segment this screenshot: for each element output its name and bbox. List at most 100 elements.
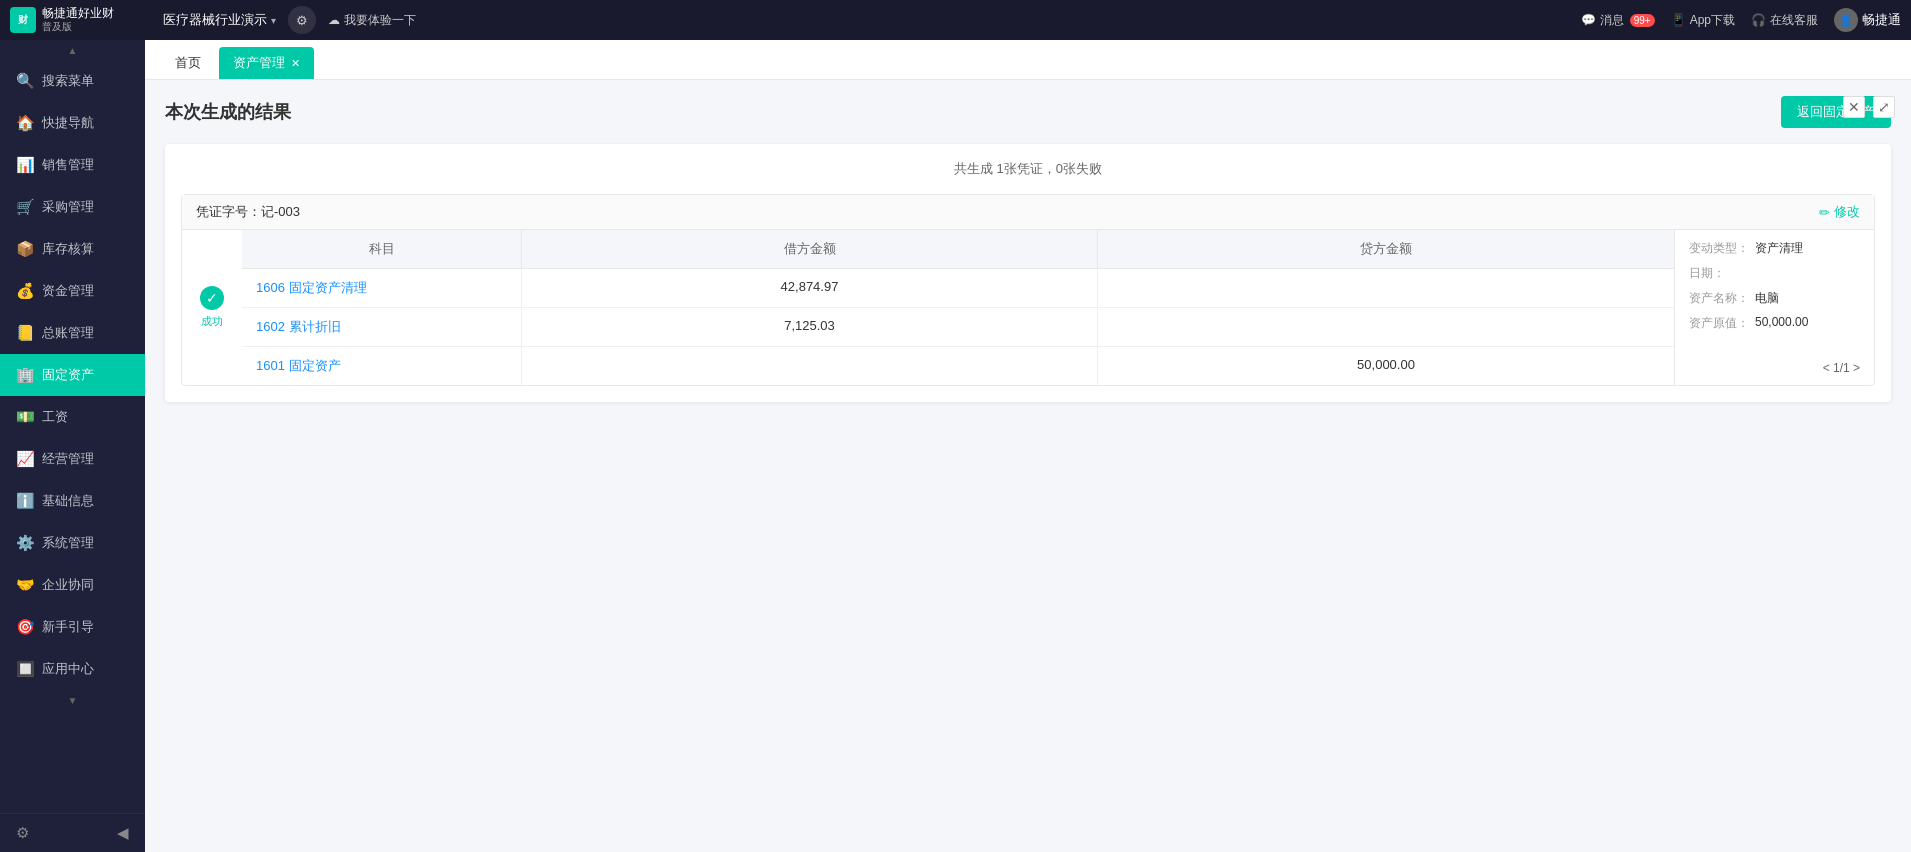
page-content: ✕ ⤢ 本次生成的结果 返回固定资产 共生成 1张凭证，0张失败 凭证字号：记-…: [145, 80, 1911, 852]
pagination[interactable]: < 1/1 >: [1689, 361, 1860, 375]
tab-asset-mgmt[interactable]: 资产管理 ✕: [219, 47, 314, 79]
sidebar-item-search[interactable]: 🔍 搜索菜单: [0, 60, 145, 102]
right-info-panel: 变动类型： 资产清理 日期： 资产名称： 电脑: [1674, 230, 1874, 385]
sidebar-item-fixed-assets[interactable]: 🏢 固定资产: [0, 354, 145, 396]
col-subject: 科目: [242, 230, 522, 268]
close-panel-button[interactable]: ✕: [1843, 96, 1865, 118]
ops-icon: 📈: [16, 450, 34, 468]
cell-credit-2: [1098, 308, 1674, 346]
cell-credit-1: [1098, 269, 1674, 307]
sidebar-item-guide[interactable]: 🎯 新手引导: [0, 606, 145, 648]
sidebar-item-operations[interactable]: 📈 经营管理: [0, 438, 145, 480]
subject-link-2[interactable]: 1602 累计折旧: [256, 319, 341, 334]
change-type-row: 变动类型： 资产清理: [1689, 240, 1860, 257]
workspace-selector[interactable]: 医疗器械行业演示 ▾: [155, 11, 284, 29]
voucher-table: 科目 借方金额 贷方金额 1606 固定资产清理 42,874.97: [242, 230, 1674, 385]
top-header: 财 畅捷通好业财 普及版 医疗器械行业演示 ▾ ⚙ ☁ 我要体验一下 💬 消息 …: [0, 0, 1911, 40]
expand-panel-button[interactable]: ⤢: [1873, 96, 1895, 118]
settings-icon[interactable]: ⚙: [288, 6, 316, 34]
content-area: 首页 资产管理 ✕ ✕ ⤢ 本次生成的结果 返回固定资产 共生成 1张凭证，0张…: [145, 40, 1911, 852]
sidebar-item-system[interactable]: ⚙️ 系统管理: [0, 522, 145, 564]
footer-settings-icon[interactable]: ⚙: [16, 824, 29, 842]
sidebar-item-quick-nav[interactable]: 🏠 快捷导航: [0, 102, 145, 144]
result-summary: 共生成 1张凭证，0张失败: [181, 160, 1875, 178]
sidebar-item-label: 总账管理: [42, 324, 94, 342]
headset-icon: 🎧: [1751, 13, 1766, 27]
edit-voucher-button[interactable]: ✏ 修改: [1819, 203, 1860, 221]
building-icon: 🏢: [16, 366, 34, 384]
box-icon: 📦: [16, 240, 34, 258]
message-action[interactable]: 💬 消息 99+: [1581, 12, 1655, 29]
cloud-icon: ☁: [328, 13, 340, 27]
sidebar-item-enterprise[interactable]: 🤝 企业协同: [0, 564, 145, 606]
logo-text: 畅捷通好业财: [42, 6, 114, 20]
sidebar-item-purchase[interactable]: 🛒 采购管理: [0, 186, 145, 228]
cell-debit-3: [522, 347, 1098, 385]
search-icon: 🔍: [16, 72, 34, 90]
original-value-value: 50,000.00: [1755, 315, 1808, 332]
tab-home-label: 首页: [175, 54, 201, 72]
header-right-actions: 💬 消息 99+ 📱 App下载 🎧 在线客服 👤 畅捷通: [1581, 8, 1901, 32]
success-label: 成功: [201, 314, 223, 329]
voucher-id: 凭证字号：记-003: [196, 203, 300, 221]
voucher-body: ✓ 成功 科目 借方金额 贷方金额: [182, 230, 1874, 385]
logo-sub: 普及版: [42, 20, 114, 34]
tab-close-icon[interactable]: ✕: [291, 57, 300, 70]
sidebar-item-label: 基础信息: [42, 492, 94, 510]
sidebar-item-basic-info[interactable]: ℹ️ 基础信息: [0, 480, 145, 522]
workspace-label: 医疗器械行业演示: [163, 11, 267, 29]
original-value-label: 资产原值：: [1689, 315, 1749, 332]
sidebar-item-finance[interactable]: 💰 资金管理: [0, 270, 145, 312]
table-row: 1602 累计折旧 7,125.03: [242, 308, 1674, 347]
status-column: ✓ 成功: [182, 230, 242, 385]
sidebar-item-label: 销售管理: [42, 156, 94, 174]
change-type-label: 变动类型：: [1689, 240, 1749, 257]
sidebar-item-payroll[interactable]: 💵 工资: [0, 396, 145, 438]
user-avatar-area[interactable]: 👤 畅捷通: [1834, 8, 1901, 32]
logo-area: 财 畅捷通好业财 普及版: [10, 6, 155, 34]
sidebar-scroll-up[interactable]: ▲: [0, 40, 145, 60]
logo-icon: 财: [10, 7, 36, 33]
sidebar-collapse-icon[interactable]: ◀: [117, 824, 129, 842]
chevron-down-icon: ▾: [271, 15, 276, 26]
tab-home[interactable]: 首页: [161, 47, 215, 79]
chart-icon: 📊: [16, 156, 34, 174]
sidebar-footer: ⚙ ◀: [0, 813, 145, 852]
cell-subject-2: 1602 累计折旧: [242, 308, 522, 346]
sidebar-item-label: 资金管理: [42, 282, 94, 300]
asset-name-row: 资产名称： 电脑: [1689, 290, 1860, 307]
sidebar-item-label: 经营管理: [42, 450, 94, 468]
table-row: 1601 固定资产 50,000.00: [242, 347, 1674, 385]
sidebar-item-app-center[interactable]: 🔲 应用中心: [0, 648, 145, 690]
main-layout: ▲ 🔍 搜索菜单 🏠 快捷导航 📊 销售管理 🛒 采购管理 📦 库存核算 💰 资…: [0, 40, 1911, 852]
asset-name-value: 电脑: [1755, 290, 1779, 307]
subject-link-3[interactable]: 1601 固定资产: [256, 358, 341, 373]
voucher-block: 凭证字号：记-003 ✏ 修改 ✓ 成功: [181, 194, 1875, 386]
sidebar-item-label: 系统管理: [42, 534, 94, 552]
cell-credit-3: 50,000.00: [1098, 347, 1674, 385]
message-badge: 99+: [1630, 14, 1655, 27]
mobile-icon: 📱: [1671, 13, 1686, 27]
voucher-header: 凭证字号：记-003 ✏ 修改: [182, 195, 1874, 230]
subject-link-1[interactable]: 1606 固定资产清理: [256, 280, 367, 295]
table-row: 1606 固定资产清理 42,874.97: [242, 269, 1674, 308]
experience-button[interactable]: ☁ 我要体验一下: [328, 12, 416, 29]
tab-asset-mgmt-label: 资产管理: [233, 54, 285, 72]
message-icon: 💬: [1581, 13, 1596, 27]
sidebar-item-label: 企业协同: [42, 576, 94, 594]
sidebar-item-inventory[interactable]: 📦 库存核算: [0, 228, 145, 270]
avatar: 👤: [1834, 8, 1858, 32]
sidebar-item-label: 快捷导航: [42, 114, 94, 132]
app-download-action[interactable]: 📱 App下载: [1671, 12, 1735, 29]
online-service-action[interactable]: 🎧 在线客服: [1751, 12, 1818, 29]
payroll-icon: 💵: [16, 408, 34, 426]
sidebar-scroll-down[interactable]: ▼: [0, 690, 145, 710]
handshake-icon: 🤝: [16, 576, 34, 594]
edit-icon: ✏: [1819, 205, 1830, 220]
page-title-row: 本次生成的结果 返回固定资产: [165, 96, 1891, 128]
date-row: 日期：: [1689, 265, 1860, 282]
sidebar-item-ledger[interactable]: 📒 总账管理: [0, 312, 145, 354]
grid-icon: 🔲: [16, 660, 34, 678]
sidebar-item-sales[interactable]: 📊 销售管理: [0, 144, 145, 186]
sidebar-item-label: 新手引导: [42, 618, 94, 636]
